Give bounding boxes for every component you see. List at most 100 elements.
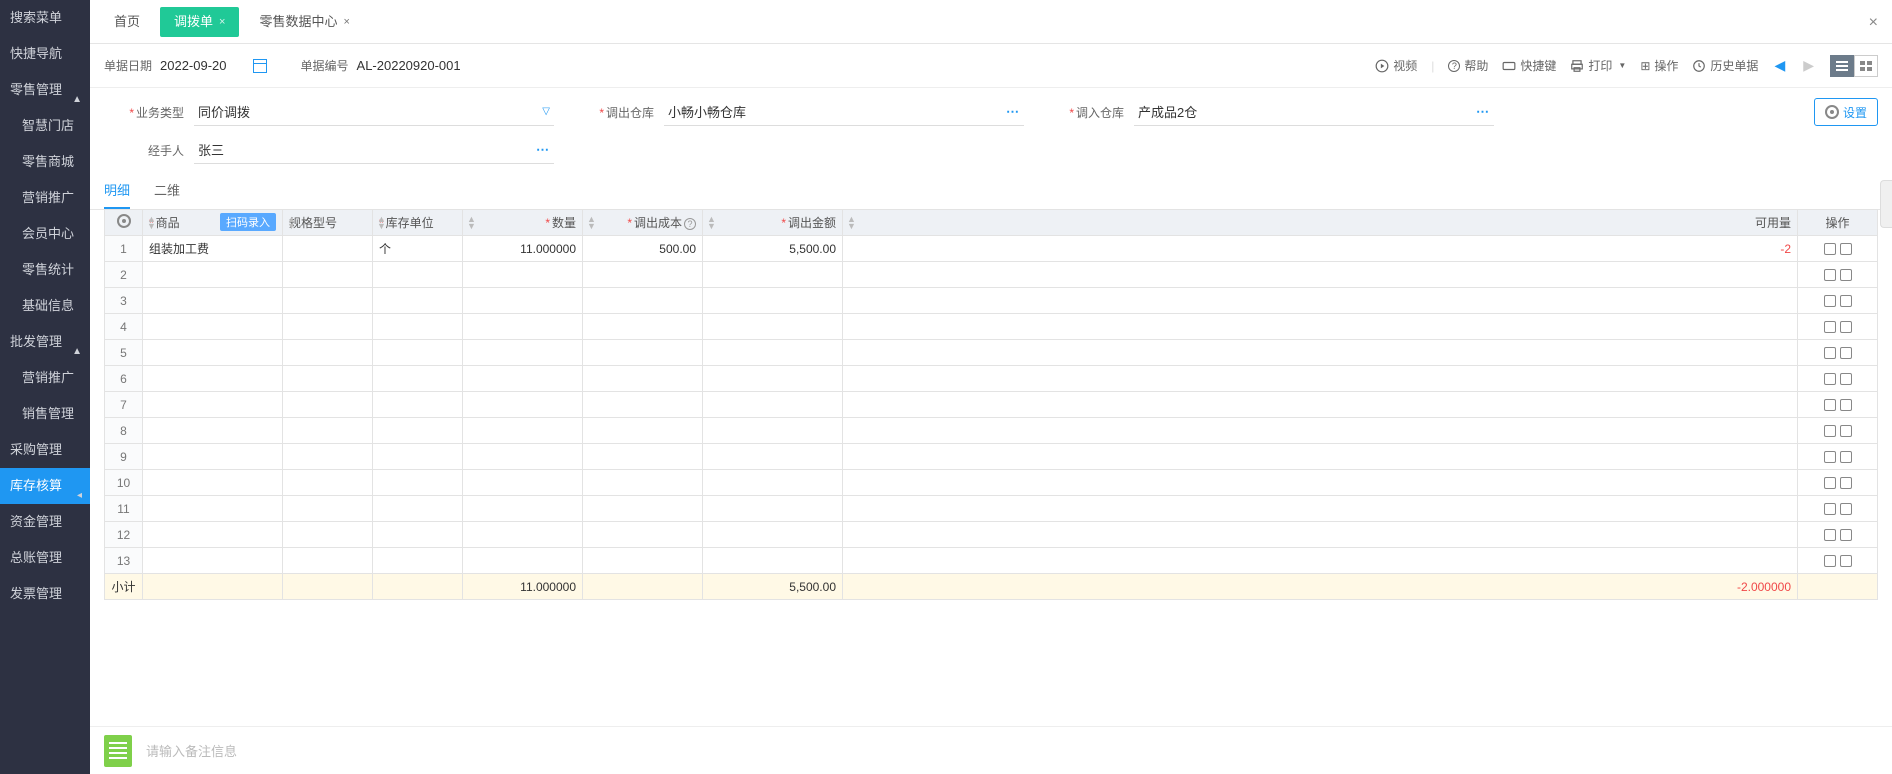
col-out-amount[interactable]: ▲▼*调出金额: [703, 210, 843, 236]
col-settings[interactable]: [105, 210, 143, 236]
sidebar-item-0[interactable]: 搜索菜单: [0, 0, 90, 36]
next-doc-button[interactable]: ▶: [1801, 57, 1816, 74]
sidebar-item-11[interactable]: 销售管理: [0, 396, 90, 432]
tab-close-icon[interactable]: ×: [343, 7, 349, 37]
tab-1[interactable]: 调拨单×: [160, 7, 239, 37]
form-row-1: *业务类型 同价调拨 ▽ *调出仓库 小畅小畅仓库 ⋯ *调入仓库 产成品2仓 …: [90, 88, 1892, 126]
table-row-empty[interactable]: 13: [105, 548, 1878, 574]
calendar-icon[interactable]: [253, 59, 267, 73]
sidebar-item-7[interactable]: 零售统计: [0, 252, 90, 288]
delete-row-icon[interactable]: [1824, 295, 1836, 307]
biz-type-select[interactable]: 同价调拨 ▽: [194, 98, 554, 126]
main: 首页调拨单×零售数据中心× × 单据日期 2022-09-20 单据编号 AL-…: [90, 0, 1892, 774]
date-label: 单据日期: [104, 57, 152, 74]
tab-detail[interactable]: 明细: [104, 180, 130, 209]
tab-2d[interactable]: 二维: [154, 180, 180, 209]
add-row-icon[interactable]: [1840, 347, 1852, 359]
add-row-icon[interactable]: [1840, 243, 1852, 255]
table-row-empty[interactable]: 4: [105, 314, 1878, 340]
delete-row-icon[interactable]: [1824, 477, 1836, 489]
note-icon[interactable]: [104, 735, 132, 767]
table-row-empty[interactable]: 11: [105, 496, 1878, 522]
delete-row-icon[interactable]: [1824, 347, 1836, 359]
sidebar-item-15[interactable]: 总账管理: [0, 540, 90, 576]
card-view-button[interactable]: [1854, 55, 1878, 77]
print-button[interactable]: 打印▼: [1570, 57, 1626, 74]
sidebar-item-2[interactable]: 零售管理▲: [0, 72, 90, 108]
sidebar-item-4[interactable]: 零售商城: [0, 144, 90, 180]
col-ops: 操作: [1798, 210, 1878, 236]
grid-icon: ⊞: [1640, 59, 1650, 73]
delete-row-icon[interactable]: [1824, 321, 1836, 333]
add-row-icon[interactable]: [1840, 503, 1852, 515]
col-avail[interactable]: ▲▼可用量: [843, 210, 1798, 236]
date-value[interactable]: 2022-09-20: [160, 58, 227, 73]
delete-row-icon[interactable]: [1824, 503, 1836, 515]
history-button[interactable]: 历史单据: [1692, 57, 1758, 74]
tab-0[interactable]: 首页: [100, 7, 154, 37]
col-unit[interactable]: ▲▼*库存单位: [373, 210, 463, 236]
table-row-empty[interactable]: 9: [105, 444, 1878, 470]
list-view-button[interactable]: [1830, 55, 1854, 77]
table-row-empty[interactable]: 6: [105, 366, 1878, 392]
sidebar-item-5[interactable]: 营销推广: [0, 180, 90, 216]
table-row-empty[interactable]: 2: [105, 262, 1878, 288]
delete-row-icon[interactable]: [1824, 243, 1836, 255]
sidebar-item-3[interactable]: 智慧门店: [0, 108, 90, 144]
col-qty[interactable]: ▲▼*数量: [463, 210, 583, 236]
video-link[interactable]: 视频: [1375, 57, 1417, 74]
table-row-empty[interactable]: 10: [105, 470, 1878, 496]
delete-row-icon[interactable]: [1824, 425, 1836, 437]
table-row-empty[interactable]: 12: [105, 522, 1878, 548]
delete-row-icon[interactable]: [1824, 373, 1836, 385]
add-row-icon[interactable]: [1840, 425, 1852, 437]
in-warehouse-select[interactable]: 产成品2仓 ⋯: [1134, 98, 1494, 126]
scan-button[interactable]: 扫码录入: [220, 213, 276, 231]
table-row-empty[interactable]: 8: [105, 418, 1878, 444]
handler-select[interactable]: 张三 ⋯: [194, 136, 554, 164]
delete-row-icon[interactable]: [1824, 555, 1836, 567]
settings-button[interactable]: 设置: [1814, 98, 1878, 126]
delete-row-icon[interactable]: [1824, 269, 1836, 281]
table-row-empty[interactable]: 7: [105, 392, 1878, 418]
table-row-empty[interactable]: 3: [105, 288, 1878, 314]
tab-close-icon[interactable]: ×: [219, 7, 225, 37]
add-row-icon[interactable]: [1840, 555, 1852, 567]
add-row-icon[interactable]: [1840, 529, 1852, 541]
card-icon: [1860, 61, 1872, 71]
add-row-icon[interactable]: [1840, 477, 1852, 489]
help-link[interactable]: ?帮助: [1448, 57, 1488, 74]
sidebar-item-8[interactable]: 基础信息: [0, 288, 90, 324]
col-product[interactable]: ▲▼*商品扫码录入: [143, 210, 283, 236]
col-spec[interactable]: ▲▼规格型号: [283, 210, 373, 236]
delete-row-icon[interactable]: [1824, 451, 1836, 463]
ops-button[interactable]: ⊞操作: [1640, 57, 1678, 74]
sidebar-item-12[interactable]: 采购管理: [0, 432, 90, 468]
table-row-empty[interactable]: 5: [105, 340, 1878, 366]
add-row-icon[interactable]: [1840, 269, 1852, 281]
out-warehouse-select[interactable]: 小畅小畅仓库 ⋯: [664, 98, 1024, 126]
help-icon: ?: [1448, 60, 1460, 72]
close-icon[interactable]: ×: [1869, 14, 1878, 32]
delete-row-icon[interactable]: [1824, 529, 1836, 541]
col-out-cost[interactable]: ▲▼*调出成本?: [583, 210, 703, 236]
add-row-icon[interactable]: [1840, 295, 1852, 307]
side-panel-handle[interactable]: [1880, 180, 1892, 228]
sidebar-item-6[interactable]: 会员中心: [0, 216, 90, 252]
table-row[interactable]: 1组装加工费个11.000000500.005,500.00-2: [105, 236, 1878, 262]
sidebar-item-9[interactable]: 批发管理▲: [0, 324, 90, 360]
prev-doc-button[interactable]: ◀: [1772, 57, 1787, 74]
add-row-icon[interactable]: [1840, 373, 1852, 385]
remark-input[interactable]: 请输入备注信息: [146, 741, 237, 760]
add-row-icon[interactable]: [1840, 399, 1852, 411]
sidebar-item-1[interactable]: 快捷导航: [0, 36, 90, 72]
sidebar-item-14[interactable]: 资金管理: [0, 504, 90, 540]
add-row-icon[interactable]: [1840, 321, 1852, 333]
add-row-icon[interactable]: [1840, 451, 1852, 463]
sidebar-item-16[interactable]: 发票管理: [0, 576, 90, 612]
shortcut-link[interactable]: 快捷键: [1502, 57, 1556, 74]
delete-row-icon[interactable]: [1824, 399, 1836, 411]
sidebar-item-10[interactable]: 营销推广: [0, 360, 90, 396]
tab-2[interactable]: 零售数据中心×: [245, 7, 363, 37]
sidebar-item-13[interactable]: 库存核算◂: [0, 468, 90, 504]
